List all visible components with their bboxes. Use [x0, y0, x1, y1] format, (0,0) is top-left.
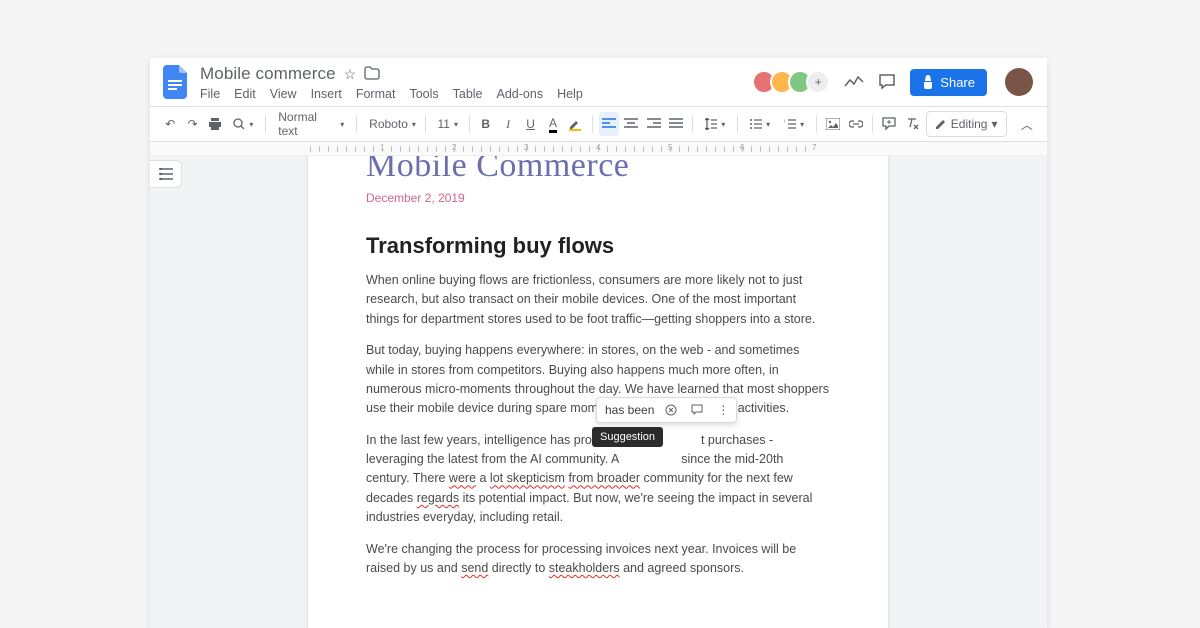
grammar-underline[interactable]: regards — [417, 491, 459, 505]
collapse-toolbar-icon[interactable]: ︿ — [1017, 112, 1037, 136]
menu-addons[interactable]: Add-ons — [497, 87, 544, 101]
doc-date[interactable]: December 2, 2019 — [366, 191, 830, 205]
menu-tools[interactable]: Tools — [409, 87, 438, 101]
grammar-underline[interactable]: were — [449, 471, 476, 485]
menu-view[interactable]: View — [270, 87, 297, 101]
menu-bar: File Edit View Insert Format Tools Table… — [200, 87, 758, 101]
menu-table[interactable]: Table — [453, 87, 483, 101]
menu-help[interactable]: Help — [557, 87, 583, 101]
suggestion-feedback-icon[interactable] — [688, 401, 706, 419]
title-bar: Mobile commerce ☆ File Edit View Insert … — [150, 58, 1047, 106]
insert-link-icon[interactable] — [846, 112, 866, 136]
editing-mode-dropdown[interactable]: Editing▾ — [926, 111, 1007, 137]
print-icon[interactable] — [205, 112, 225, 136]
suggestion-dismiss-icon[interactable] — [662, 401, 680, 419]
undo-icon[interactable]: ↶ — [160, 112, 180, 136]
doc-title[interactable]: Mobile Commerce — [366, 156, 830, 185]
menu-file[interactable]: File — [200, 87, 220, 101]
app-window: Mobile commerce ☆ File Edit View Insert … — [150, 58, 1047, 628]
svg-text:1: 1 — [784, 119, 786, 123]
paragraph[interactable]: We're changing the process for processin… — [366, 540, 830, 579]
paragraph-style-dropdown[interactable]: Normal text▾ — [272, 112, 350, 136]
zoom-dropdown[interactable]: ▾ — [227, 112, 259, 136]
document-name[interactable]: Mobile commerce — [200, 64, 336, 84]
share-label: Share — [940, 75, 975, 90]
bold-icon[interactable]: B — [475, 112, 495, 136]
clear-formatting-icon[interactable] — [901, 112, 921, 136]
doc-heading[interactable]: Transforming buy flows — [366, 233, 830, 259]
activity-icon[interactable] — [844, 74, 864, 90]
menu-insert[interactable]: Insert — [311, 87, 342, 101]
collaborator-avatars[interactable]: + — [758, 70, 830, 94]
docs-logo-icon[interactable] — [160, 62, 192, 102]
editor-canvas[interactable]: Mobile Commerce December 2, 2019 Transfo… — [150, 156, 1047, 628]
italic-icon[interactable]: I — [498, 112, 518, 136]
bulleted-list-icon[interactable]: ▾ — [744, 112, 776, 136]
suggestion-popover: has been ⋮ Suggestion — [596, 397, 737, 423]
move-folder-icon[interactable] — [364, 66, 380, 83]
insert-image-icon[interactable] — [823, 112, 843, 136]
numbered-list-icon[interactable]: 1▾ — [778, 112, 810, 136]
account-avatar[interactable] — [1005, 68, 1033, 96]
star-icon[interactable]: ☆ — [344, 66, 357, 83]
redo-icon[interactable]: ↷ — [182, 112, 202, 136]
document-page[interactable]: Mobile Commerce December 2, 2019 Transfo… — [308, 156, 888, 628]
font-size-dropdown[interactable]: 11▾ — [431, 112, 462, 136]
paragraph[interactable]: When online buying flows are frictionles… — [366, 271, 830, 329]
highlight-icon[interactable] — [565, 112, 585, 136]
align-justify-icon[interactable] — [666, 112, 686, 136]
share-button[interactable]: Share — [910, 69, 987, 96]
text-color-icon[interactable]: A — [543, 112, 563, 136]
menu-format[interactable]: Format — [356, 87, 396, 101]
suggestion-tooltip: Suggestion — [592, 427, 663, 447]
add-comment-icon[interactable] — [879, 112, 899, 136]
grammar-underline[interactable]: send — [461, 561, 488, 575]
grammar-underline[interactable]: from broader — [568, 471, 640, 485]
align-right-icon[interactable] — [643, 112, 663, 136]
align-left-icon[interactable] — [599, 112, 619, 136]
menu-edit[interactable]: Edit — [234, 87, 256, 101]
grammar-underline[interactable]: steakholders — [549, 561, 620, 575]
line-spacing-icon[interactable]: ▾ — [699, 112, 731, 136]
align-center-icon[interactable] — [621, 112, 641, 136]
ruler[interactable]: 1234567 — [150, 142, 1047, 156]
underline-icon[interactable]: U — [520, 112, 540, 136]
grammar-underline[interactable]: lot skepticism — [490, 471, 565, 485]
toolbar: ↶ ↷ ▾ Normal text▾ Roboto▾ 11▾ B I U A ▾… — [150, 106, 1047, 142]
suggestion-text[interactable]: has been — [605, 403, 654, 417]
outline-toggle-icon[interactable] — [150, 160, 182, 188]
comments-icon[interactable] — [878, 73, 896, 91]
suggestion-more-icon[interactable]: ⋮ — [714, 401, 732, 419]
avatar-overflow[interactable]: + — [806, 70, 830, 94]
font-dropdown[interactable]: Roboto▾ — [363, 112, 418, 136]
